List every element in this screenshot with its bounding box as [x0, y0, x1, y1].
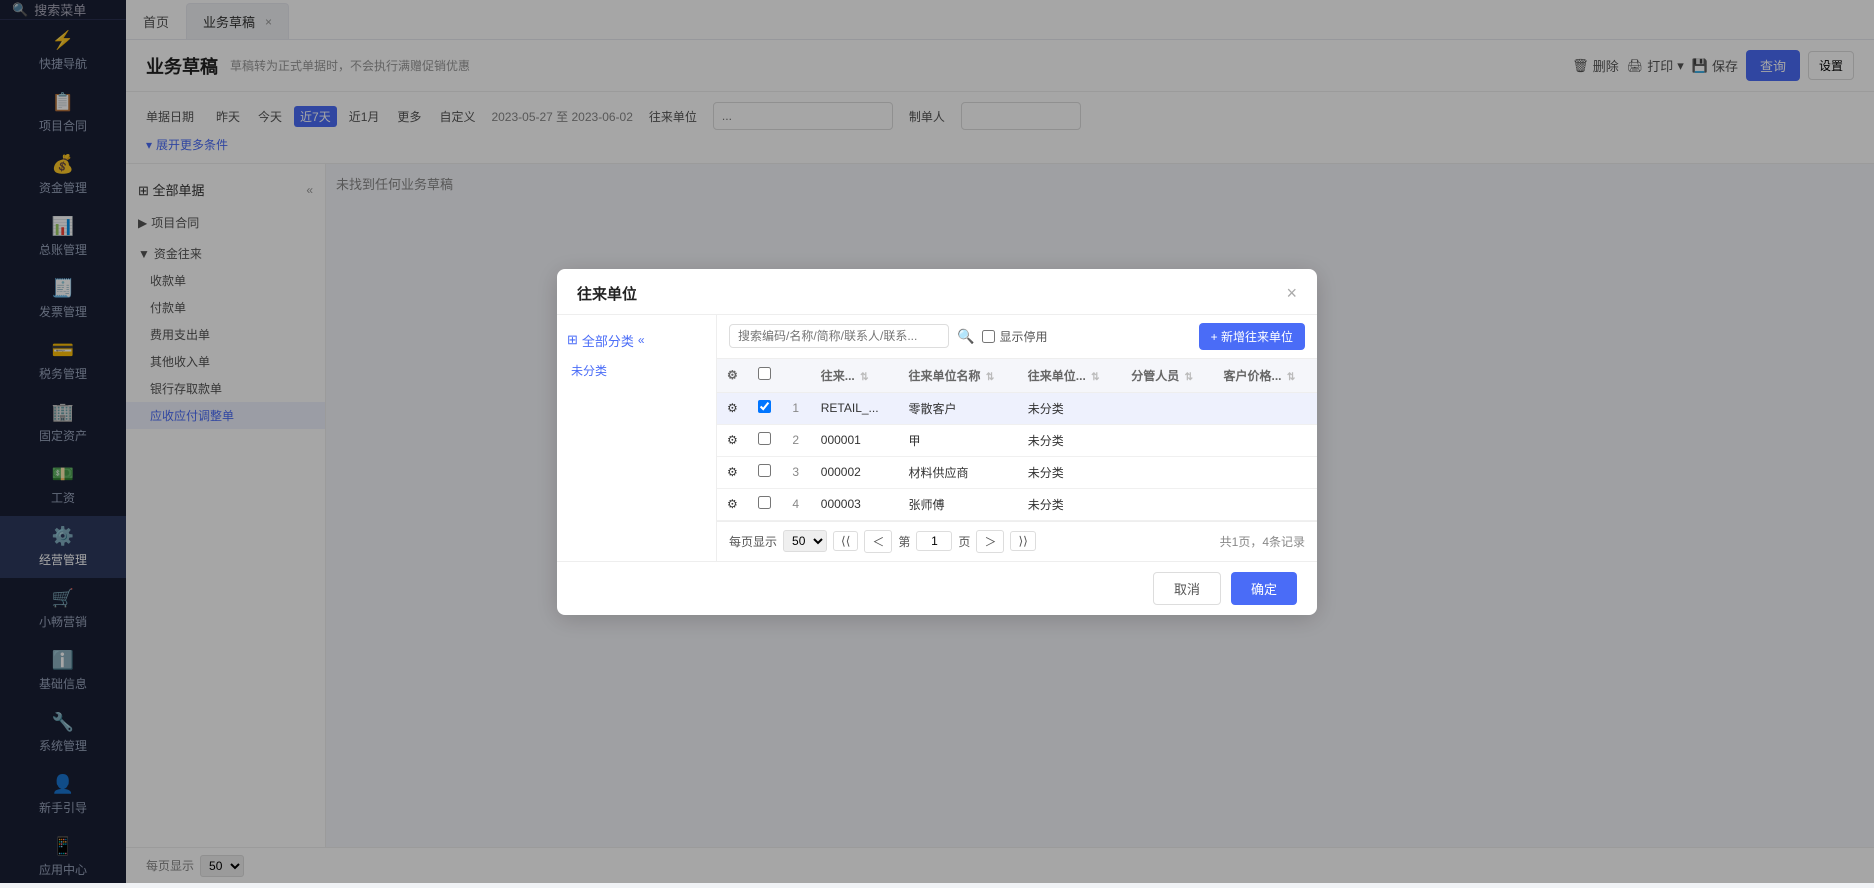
cancel-button[interactable]: 取消: [1153, 572, 1221, 605]
prev-page-button[interactable]: ＜: [864, 530, 892, 553]
modal-search-icon: 🔍: [957, 328, 974, 345]
row-price-0: [1213, 392, 1317, 424]
col-num: [781, 359, 811, 393]
row-num-0: 1: [781, 392, 811, 424]
modal-table: ⚙ 往来... ⇅ 往来单位名称 ⇅: [717, 359, 1317, 521]
next-page-button[interactable]: ＞: [976, 530, 1004, 553]
row-price-2: [1213, 456, 1317, 488]
sort-name-icon: ⇅: [986, 372, 994, 383]
modal-search-wrap: 🔍 显示停用: [729, 324, 1047, 348]
row-settings-3[interactable]: ⚙: [717, 488, 748, 520]
row-price-1: [1213, 424, 1317, 456]
modal-pagination: 每页显示 50 ⟨⟨ ＜ 第 页 ＞ ⟩⟩ 共1页，4条记录: [717, 521, 1317, 561]
partner-modal: 往来单位 × ⊞ 全部分类 « 未分类 🔍: [557, 269, 1317, 615]
table-row[interactable]: ⚙ 2 000001 甲 未分类: [717, 424, 1317, 456]
row-code-3: 000003: [811, 488, 899, 520]
table-row[interactable]: ⚙ 1 RETAIL_... 零散客户 未分类: [717, 392, 1317, 424]
modal-categories: ⊞ 全部分类 « 未分类: [557, 315, 717, 561]
col-settings[interactable]: ⚙: [717, 359, 748, 393]
row-category-1: 未分类: [1018, 424, 1121, 456]
row-code-1: 000001: [811, 424, 899, 456]
sort-category-icon: ⇅: [1091, 372, 1099, 383]
row-num-1: 2: [781, 424, 811, 456]
modal-overlay[interactable]: 往来单位 × ⊞ 全部分类 « 未分类 🔍: [0, 0, 1874, 883]
row-category-0: 未分类: [1018, 392, 1121, 424]
sort-price-icon: ⇅: [1287, 372, 1295, 383]
col-category-header[interactable]: 往来单位... ⇅: [1018, 359, 1121, 393]
row-category-3: 未分类: [1018, 488, 1121, 520]
modal-left-toggle[interactable]: «: [638, 333, 645, 347]
add-partner-button[interactable]: + 新增往来单位: [1199, 323, 1305, 350]
row-num-2: 3: [781, 456, 811, 488]
col-check[interactable]: [748, 359, 781, 393]
table-row[interactable]: ⚙ 4 000003 张师傅 未分类: [717, 488, 1317, 520]
row-name-0: 零散客户: [899, 392, 1018, 424]
row-code-0: RETAIL_...: [811, 392, 899, 424]
per-page-label: 每页显示: [729, 533, 777, 550]
first-page-button[interactable]: ⟨⟨: [833, 531, 858, 551]
row-name-3: 张师傅: [899, 488, 1018, 520]
row-check-0[interactable]: [748, 392, 781, 424]
modal-body: ⊞ 全部分类 « 未分类 🔍 显示停用: [557, 315, 1317, 561]
table-header-row: ⚙ 往来... ⇅ 往来单位名称 ⇅: [717, 359, 1317, 393]
page-suffix: 页: [958, 533, 970, 550]
partner-table: ⚙ 往来... ⇅ 往来单位名称 ⇅: [717, 359, 1317, 521]
row-code-2: 000002: [811, 456, 899, 488]
modal-footer: 取消 确定: [557, 561, 1317, 615]
row-num-3: 4: [781, 488, 811, 520]
sort-code-icon: ⇅: [860, 372, 868, 383]
page-label: 第: [898, 533, 910, 550]
modal-title: 往来单位: [577, 283, 637, 304]
pagination-total: 共1页，4条记录: [1220, 533, 1305, 550]
row-person-1: [1121, 424, 1213, 456]
last-page-button[interactable]: ⟩⟩: [1010, 531, 1035, 551]
row-check-2[interactable]: [748, 456, 781, 488]
show-disabled-checkbox[interactable]: [982, 330, 995, 343]
row-name-1: 甲: [899, 424, 1018, 456]
row-checkbox-2[interactable]: [758, 464, 771, 477]
row-person-2: [1121, 456, 1213, 488]
row-checkbox-0[interactable]: [758, 400, 771, 413]
modal-categories-header: ⊞ 全部分类 «: [557, 325, 716, 356]
row-checkbox-3[interactable]: [758, 496, 771, 509]
grid-icon-modal: ⊞: [567, 332, 578, 348]
modal-cat-unclassified[interactable]: 未分类: [557, 356, 716, 385]
show-disabled-wrap: 显示停用: [982, 328, 1047, 345]
modal-right: 🔍 显示停用 + 新增往来单位 ⚙: [717, 315, 1317, 561]
modal-close-button[interactable]: ×: [1286, 283, 1297, 304]
col-price-header[interactable]: 客户价格... ⇅: [1213, 359, 1317, 393]
row-settings-2[interactable]: ⚙: [717, 456, 748, 488]
col-code-header[interactable]: 往来... ⇅: [811, 359, 899, 393]
modal-toolbar: 🔍 显示停用 + 新增往来单位: [717, 315, 1317, 359]
row-price-3: [1213, 488, 1317, 520]
sort-person-icon: ⇅: [1185, 372, 1193, 383]
per-page-select[interactable]: 50: [783, 530, 827, 552]
row-name-2: 材料供应商: [899, 456, 1018, 488]
modal-categories-title: 全部分类: [582, 331, 634, 350]
partner-table-body: ⚙ 1 RETAIL_... 零散客户 未分类 ⚙ 2 000001 甲 未分类…: [717, 392, 1317, 520]
row-check-3[interactable]: [748, 488, 781, 520]
show-disabled-label: 显示停用: [999, 328, 1047, 345]
select-all-checkbox[interactable]: [758, 367, 771, 380]
row-settings-0[interactable]: ⚙: [717, 392, 748, 424]
table-row[interactable]: ⚙ 3 000002 材料供应商 未分类: [717, 456, 1317, 488]
page-input[interactable]: [916, 531, 952, 551]
row-settings-1[interactable]: ⚙: [717, 424, 748, 456]
row-person-0: [1121, 392, 1213, 424]
modal-header: 往来单位 ×: [557, 269, 1317, 315]
modal-search-input[interactable]: [729, 324, 949, 348]
col-name-header[interactable]: 往来单位名称 ⇅: [899, 359, 1018, 393]
confirm-button[interactable]: 确定: [1231, 572, 1297, 605]
row-check-1[interactable]: [748, 424, 781, 456]
row-category-2: 未分类: [1018, 456, 1121, 488]
row-checkbox-1[interactable]: [758, 432, 771, 445]
row-person-3: [1121, 488, 1213, 520]
col-person-header[interactable]: 分管人员 ⇅: [1121, 359, 1213, 393]
